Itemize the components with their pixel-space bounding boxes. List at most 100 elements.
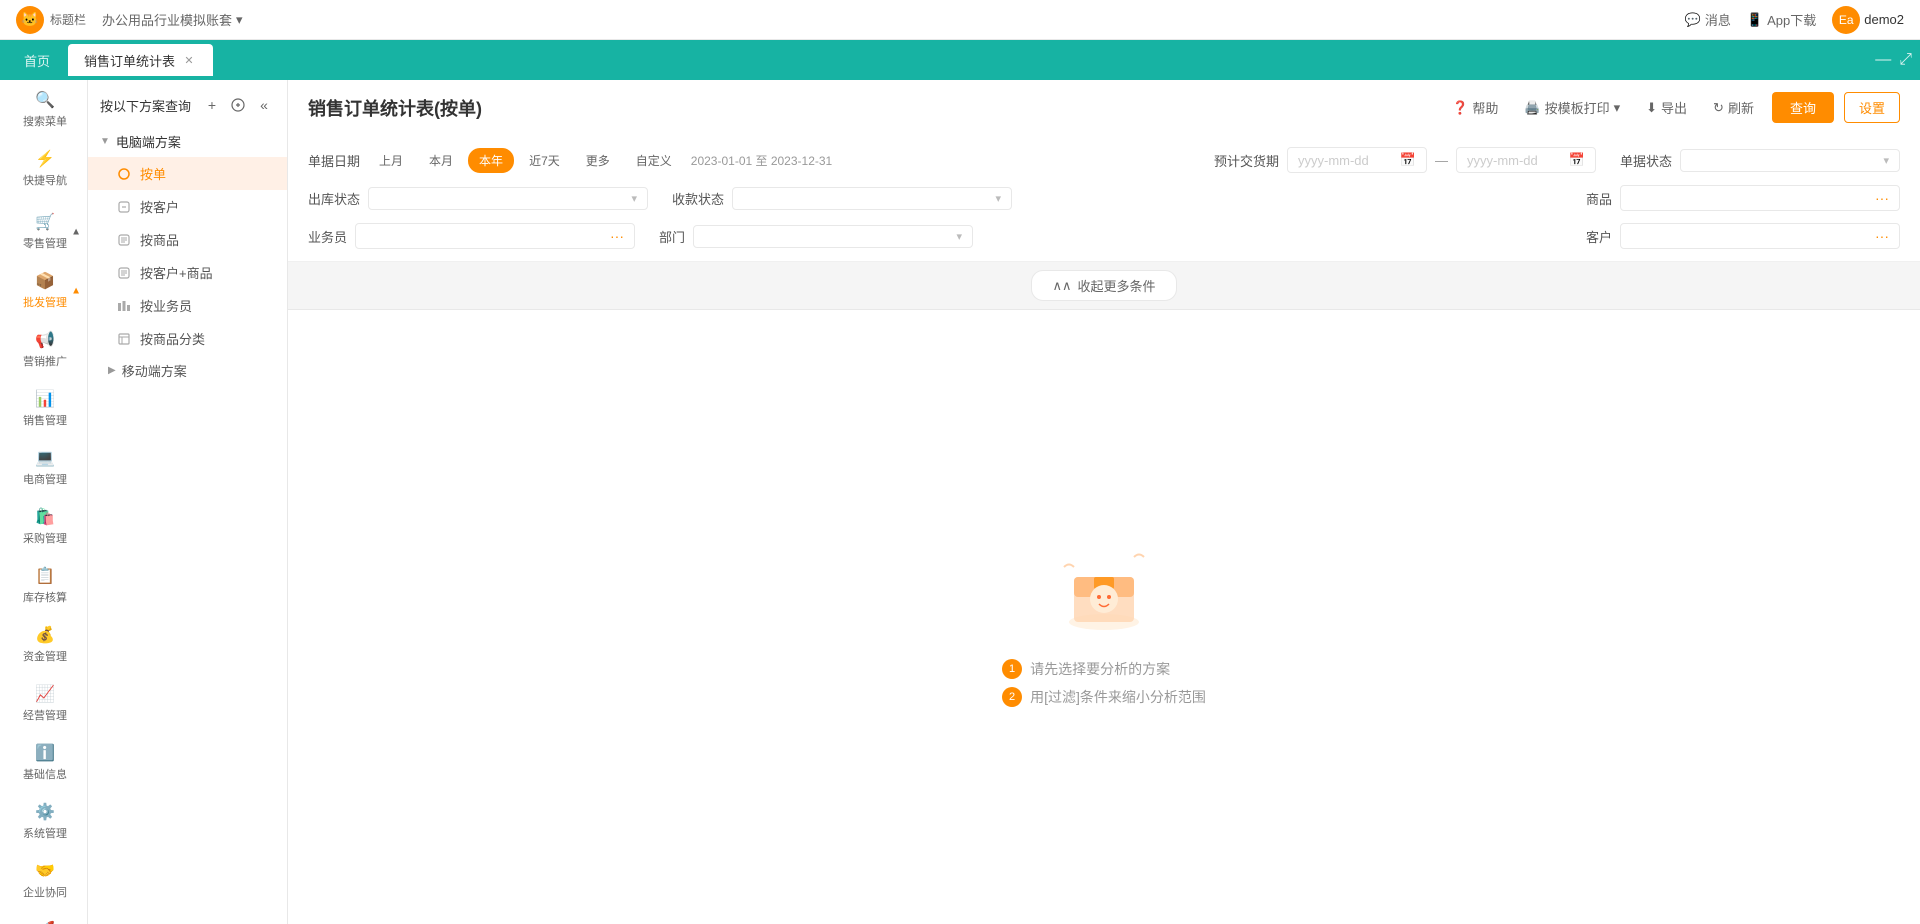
scheme-item-by-salesperson[interactable]: 按业务员 xyxy=(88,289,287,322)
sidebar-item-shortcut[interactable]: ⚡ 快捷导航 xyxy=(0,139,87,198)
hint-2-num: 2 xyxy=(1002,687,1022,707)
tab-maximize-btn[interactable]: ⤢ xyxy=(1899,51,1912,69)
filter-row-3: 业务员 ··· 部门 ▾ xyxy=(308,223,1900,249)
message-btn[interactable]: 💬 消息 xyxy=(1685,10,1731,29)
edit-scheme-btn[interactable] xyxy=(227,94,249,116)
scheme-group-mobile-header[interactable]: ▶ 移动端方案 xyxy=(88,355,287,386)
filter-area: 单据日期 上月 本月 本年 近7天 更多 自定义 2023-01-01 至 20… xyxy=(288,135,1920,262)
date-separator: — xyxy=(1435,153,1448,168)
sidebar-item-purchase-label: 采购管理 xyxy=(23,530,67,546)
sidebar-item-wholesale[interactable]: 📦 批发管理 ▲ xyxy=(0,261,87,320)
sidebar-item-inventory[interactable]: 📋 库存核算 xyxy=(0,556,87,615)
sidebar-item-marketing[interactable]: 📢 营销推广 xyxy=(0,320,87,379)
delivery-end-calendar-icon: 📅 xyxy=(1569,152,1585,168)
sidebar-item-retail[interactable]: 🛒 零售管理 ▲ xyxy=(0,202,87,261)
settings-btn[interactable]: 设置 xyxy=(1844,92,1900,123)
scheme-item-by-product[interactable]: 按商品 xyxy=(88,223,287,256)
page-header-actions: ❓ 帮助 🖨️ 按模板打印 ▾ ⬇ 导出 ↻ xyxy=(1444,92,1900,123)
refresh-btn[interactable]: ↻ 刷新 xyxy=(1705,94,1762,121)
sidebar-item-search-label: 搜索菜单 xyxy=(23,113,67,129)
tab-sales-stats[interactable]: 销售订单统计表 ✕ xyxy=(68,44,213,76)
sidebar-item-ecommerce-label: 电商管理 xyxy=(23,471,67,487)
scheme-item-by-order[interactable]: 按单 xyxy=(88,157,287,190)
collapse-label: 收起更多条件 xyxy=(1078,276,1156,295)
export-btn[interactable]: ⬇ 导出 xyxy=(1638,94,1695,121)
date-btn-more[interactable]: 更多 xyxy=(575,148,621,173)
search-icon: 🔍 xyxy=(35,90,55,110)
customer-dots-icon[interactable]: ··· xyxy=(1875,228,1889,244)
date-btn-this-year[interactable]: 本年 xyxy=(468,148,514,173)
page-title: 销售订单统计表(按单) xyxy=(308,99,482,119)
expected-delivery-end[interactable]: yyyy-mm-dd 📅 xyxy=(1456,147,1596,173)
page-header-row: 销售订单统计表(按单) ❓ 帮助 🖨️ 按模板打印 ▾ xyxy=(308,92,1900,135)
collapse-btn[interactable]: ∧∧ 收起更多条件 xyxy=(1031,270,1176,301)
sidebar-item-purchase[interactable]: 🛍️ 采购管理 xyxy=(0,497,87,556)
scheme-item-by-product-category[interactable]: 按商品分类 xyxy=(88,322,287,355)
date-range-text: 2023-01-01 至 2023-12-31 xyxy=(691,152,832,169)
delivery-status-select[interactable]: ▾ xyxy=(368,187,648,210)
help-label: 帮助 xyxy=(1472,98,1498,117)
app-download-btn[interactable]: 📱 App下载 xyxy=(1747,10,1816,29)
export-icon: ⬇ xyxy=(1646,100,1657,116)
sidebar-item-system[interactable]: ⚙️ 系统管理 xyxy=(0,792,87,851)
add-scheme-btn[interactable]: + xyxy=(201,94,223,116)
scheme-group-pc-header[interactable]: ▼ 电脑端方案 xyxy=(88,126,287,157)
date-btn-last-month[interactable]: 上月 xyxy=(368,148,414,173)
status-select[interactable]: ▾ xyxy=(1680,149,1900,172)
scheme-item-by-salesperson-label: 按业务员 xyxy=(140,296,192,315)
app-download-icon: 📱 xyxy=(1747,12,1763,28)
expected-delivery-group: 预计交货期 yyyy-mm-dd 📅 — yyyy-mm-dd 📅 xyxy=(1214,147,1596,173)
user-area[interactable]: Ea demo2 xyxy=(1832,6,1904,34)
empty-state: 1 请先选择要分析的方案 2 用[过滤]条件来缩小分析范围 xyxy=(288,310,1920,924)
scheme-item-by-customer-product[interactable]: 按客户+商品 xyxy=(88,256,287,289)
tab-home[interactable]: 首页 xyxy=(8,44,66,76)
template-print-label: 按模板打印 xyxy=(1545,98,1610,117)
customer-input[interactable]: ··· xyxy=(1620,223,1900,249)
date-btn-last-7-days[interactable]: 近7天 xyxy=(518,148,571,173)
ecommerce-icon: 💻 xyxy=(35,448,55,468)
salesperson-dots-icon[interactable]: ··· xyxy=(610,228,624,244)
left-panel-header: 按以下方案查询 + « xyxy=(88,88,287,122)
sidebar-item-operations[interactable]: 📈 经营管理 xyxy=(0,674,87,733)
sidebar-item-sales[interactable]: 📊 销售管理 xyxy=(0,379,87,438)
expected-delivery-start[interactable]: yyyy-mm-dd 📅 xyxy=(1287,147,1427,173)
tab-minimize-btn[interactable]: — xyxy=(1875,51,1891,69)
sidebar-item-enterprise-label: 企业协同 xyxy=(23,884,67,900)
user-name: demo2 xyxy=(1864,12,1904,27)
status-label: 单据状态 xyxy=(1620,151,1672,170)
sidebar-item-ecommerce[interactable]: 💻 电商管理 xyxy=(0,438,87,497)
tab-home-label: 首页 xyxy=(24,51,50,70)
help-btn[interactable]: ❓ 帮助 xyxy=(1444,94,1506,121)
salesperson-input[interactable]: ··· xyxy=(355,223,635,249)
sidebar-item-search[interactable]: 🔍 搜索菜单 xyxy=(0,80,87,139)
by-customer-product-icon xyxy=(116,265,132,281)
product-input[interactable]: ··· xyxy=(1620,185,1900,211)
sidebar-item-enterprise[interactable]: 🤝 企业协同 xyxy=(0,851,87,910)
scheme-group-pc-label: 电脑端方案 xyxy=(116,132,181,151)
tab-sales-stats-close[interactable]: ✕ xyxy=(181,52,197,68)
query-btn[interactable]: 查询 xyxy=(1772,92,1834,123)
collection-status-select[interactable]: ▾ xyxy=(732,187,1012,210)
scheme-item-by-customer[interactable]: 按客户 xyxy=(88,190,287,223)
sidebar-item-finance[interactable]: 💰 资金管理 xyxy=(0,615,87,674)
inventory-icon: 📋 xyxy=(35,566,55,586)
department-select[interactable]: ▾ xyxy=(693,225,973,248)
retail-arrow-icon: ▲ xyxy=(71,226,81,237)
collapse-bar: ∧∧ 收起更多条件 xyxy=(288,262,1920,310)
sidebar-item-basic[interactable]: ℹ️ 基础信息 xyxy=(0,733,87,792)
date-btn-custom[interactable]: 自定义 xyxy=(625,148,683,173)
date-btn-this-month[interactable]: 本月 xyxy=(418,148,464,173)
settings-btn-label: 设置 xyxy=(1859,101,1885,116)
workspace-selector[interactable]: 办公用品行业模拟账套 ▾ xyxy=(94,6,251,33)
page-title-area: 销售订单统计表(按单) xyxy=(308,95,482,121)
product-dots-icon[interactable]: ··· xyxy=(1875,190,1889,206)
by-product-icon xyxy=(116,232,132,248)
scheme-item-by-product-label: 按商品 xyxy=(140,230,179,249)
sidebar-item-guide[interactable]: 🚀 新手引导 xyxy=(0,910,87,924)
empty-hints: 1 请先选择要分析的方案 2 用[过滤]条件来缩小分析范围 xyxy=(1002,659,1206,707)
filter-date-group: 单据日期 上月 本月 本年 近7天 更多 自定义 2023-01-01 至 20… xyxy=(308,148,832,173)
collapse-icon: ∧∧ xyxy=(1052,278,1071,294)
collapse-left-panel-btn[interactable]: « xyxy=(253,94,275,116)
template-print-btn[interactable]: 🖨️ 按模板打印 ▾ xyxy=(1516,94,1628,121)
mobile-group-arrow: ▶ xyxy=(108,365,116,376)
